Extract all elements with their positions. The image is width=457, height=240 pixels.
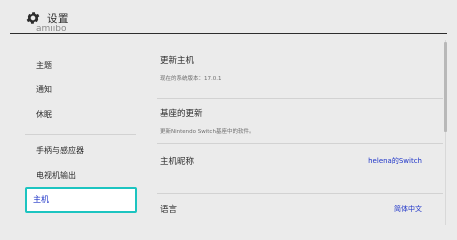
sidebar-item-label: 主题 xyxy=(36,61,52,70)
sidebar-item-label: 电视机输出 xyxy=(36,171,76,180)
row-divider xyxy=(157,193,443,194)
sidebar-item-tv-output[interactable]: 电视机输出 xyxy=(28,163,136,189)
console-nickname-value[interactable]: helena的Switch xyxy=(368,156,422,166)
dock-update-description: 更新Nintendo Switch基座中的软件。 xyxy=(160,129,255,135)
system-version-text: 现在的系统版本：17.0.1 xyxy=(160,76,222,82)
update-system-title[interactable]: 更新主机 xyxy=(160,54,194,66)
sidebar-item-label: 通知 xyxy=(36,85,52,94)
sidebar-item-sleep[interactable]: 休眠 xyxy=(28,102,136,128)
page-title: 设置 xyxy=(47,13,69,25)
sidebar-item-theme[interactable]: 主题 xyxy=(28,53,136,79)
sidebar-item-label: 休眠 xyxy=(36,110,52,119)
sidebar-item-notifications[interactable]: 通知 xyxy=(28,77,136,103)
row-divider xyxy=(157,143,443,144)
sidebar-divider xyxy=(25,134,136,135)
language-title[interactable]: 语言 xyxy=(160,203,177,215)
row-divider xyxy=(157,98,443,99)
sidebar-item-amiibo[interactable]: amiibo xyxy=(36,25,96,33)
sidebar-item-controllers[interactable]: 手柄与感应器 xyxy=(28,138,136,164)
scrollbar-thumb[interactable] xyxy=(444,42,447,132)
sidebar-item-label: amiibo xyxy=(36,25,67,33)
sidebar-item-label: 手柄与感应器 xyxy=(36,146,84,155)
sidebar-item-label: 主机 xyxy=(33,195,49,204)
console-nickname-title[interactable]: 主机昵称 xyxy=(160,155,194,167)
header-divider xyxy=(10,33,447,34)
language-value[interactable]: 简体中文 xyxy=(394,204,422,214)
sidebar-item-system[interactable]: 主机 xyxy=(25,187,137,213)
gear-icon xyxy=(26,12,40,24)
dock-update-title[interactable]: 基座的更新 xyxy=(160,107,203,119)
